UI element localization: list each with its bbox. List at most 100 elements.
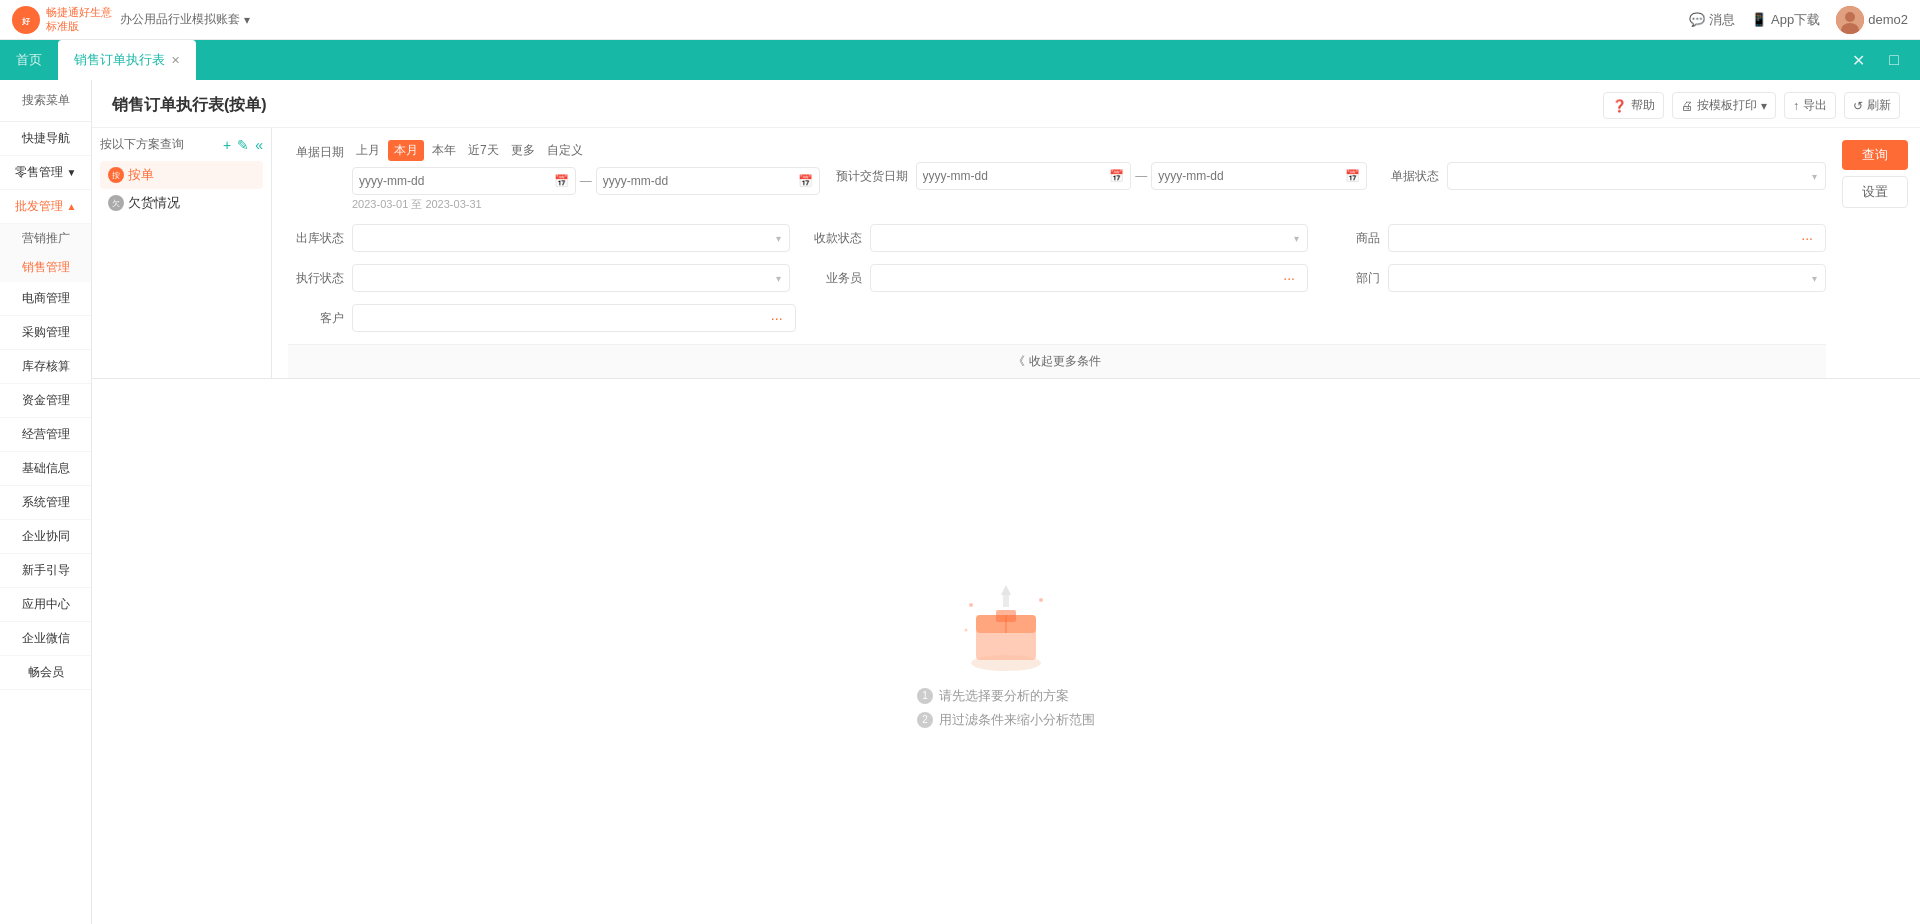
scheme-item-按单[interactable]: 按 按单 xyxy=(100,161,263,189)
goods-select[interactable]: ··· xyxy=(1388,224,1826,252)
empty-tips: 1 请先选择要分析的方案 2 用过滤条件来缩小分析范围 xyxy=(917,687,1095,729)
sidebar-item-sales-mgmt[interactable]: 销售管理 xyxy=(0,253,91,282)
sidebar-item-wholesale[interactable]: 批发管理 ▲ xyxy=(0,190,91,224)
expected-end-field[interactable] xyxy=(1158,169,1341,183)
help-icon: ❓ xyxy=(1612,99,1627,113)
date-end-input[interactable]: 📅 xyxy=(596,167,820,195)
date-tab-custom[interactable]: 自定义 xyxy=(543,140,587,161)
dept-select[interactable]: ▾ xyxy=(1388,264,1826,292)
date-start-input[interactable]: 📅 xyxy=(352,167,576,195)
date-range-hint: 2023-03-01 至 2023-03-31 xyxy=(352,197,820,212)
calendar-end-icon2: 📅 xyxy=(1345,169,1360,183)
date-end-field[interactable] xyxy=(603,174,794,188)
tab-close-icon[interactable]: ✕ xyxy=(171,54,180,67)
tab-close-window[interactable]: ✕ xyxy=(1844,46,1872,74)
date-tab-more[interactable]: 更多 xyxy=(507,140,539,161)
tab-maximize[interactable]: □ xyxy=(1880,46,1908,74)
breadcrumb-dropdown[interactable]: ▾ xyxy=(244,13,250,27)
expected-start-input[interactable]: 📅 xyxy=(916,162,1132,190)
export-button[interactable]: ↑ 导出 xyxy=(1784,92,1836,119)
scheme-panel: 按以下方案查询 + ✎ « 按 按单 xyxy=(92,128,272,378)
sidebar-item-finance[interactable]: 资金管理 xyxy=(0,384,91,418)
print-template-button[interactable]: 🖨 按模板打印 ▾ xyxy=(1672,92,1776,119)
setting-button[interactable]: 设置 xyxy=(1842,176,1908,208)
salesperson-ellipsis-icon[interactable]: ··· xyxy=(1279,270,1299,286)
date-tab-this-year[interactable]: 本年 xyxy=(428,140,460,161)
out-status-label: 出库状态 xyxy=(288,230,344,247)
sidebar-item-purchase[interactable]: 采购管理 xyxy=(0,316,91,350)
salesperson-select[interactable]: ··· xyxy=(870,264,1308,292)
empty-tip-2: 2 用过滤条件来缩小分析范围 xyxy=(917,711,1095,729)
sidebar-item-ecommerce[interactable]: 电商管理 xyxy=(0,282,91,316)
exec-status-select[interactable]: ▾ xyxy=(352,264,790,292)
user-profile[interactable]: demo2 xyxy=(1836,6,1908,34)
svg-point-3 xyxy=(1845,12,1855,22)
sidebar-item-app-center[interactable]: 应用中心 xyxy=(0,588,91,622)
dept-label: 部门 xyxy=(1324,270,1380,287)
date-start-field[interactable] xyxy=(359,174,550,188)
filter-dept: 部门 ▾ xyxy=(1324,264,1826,292)
sidebar-item-retail[interactable]: 零售管理 ▼ xyxy=(0,156,91,190)
date-tab-this-month[interactable]: 本月 xyxy=(388,140,424,161)
top-header: 好 畅捷通好生意 标准版 办公用品行业模拟账套 ▾ 💬 消息 📱 App下载 d… xyxy=(0,0,1920,40)
logo-area: 好 畅捷通好生意 标准版 xyxy=(12,6,112,34)
sidebar-item-newbie[interactable]: 新手引导 xyxy=(0,554,91,588)
receipt-status-select[interactable]: ▾ xyxy=(870,224,1308,252)
expected-start-field[interactable] xyxy=(923,169,1106,183)
filter-row-2: 出库状态 ▾ 收款状态 ▾ xyxy=(288,224,1826,252)
filter-expected-delivery: 预计交货日期 📅 — 📅 xyxy=(836,162,1368,190)
out-status-select[interactable]: ▾ xyxy=(352,224,790,252)
goods-ellipsis-icon[interactable]: ··· xyxy=(1797,230,1817,246)
app-download-button[interactable]: 📱 App下载 xyxy=(1751,11,1820,29)
date-tab-7days[interactable]: 近7天 xyxy=(464,140,503,161)
date-field-label: 单据日期 xyxy=(288,140,344,161)
sidebar-search: 搜索菜单 xyxy=(0,80,91,122)
expected-delivery-label: 预计交货日期 xyxy=(836,168,908,185)
scheme-header: 按以下方案查询 + ✎ « xyxy=(100,136,263,153)
scheme-actions: + ✎ « xyxy=(223,137,263,153)
sidebar-item-operations[interactable]: 经营管理 xyxy=(0,418,91,452)
svg-point-10 xyxy=(969,603,973,607)
exec-status-arrow-icon: ▾ xyxy=(776,273,781,284)
refresh-button[interactable]: ↺ 刷新 xyxy=(1844,92,1900,119)
message-button[interactable]: 💬 消息 xyxy=(1689,11,1735,29)
tab-sales-order[interactable]: 销售订单执行表 ✕ xyxy=(58,40,196,80)
collapse-filter-button[interactable]: 《 收起更多条件 xyxy=(288,344,1826,378)
scheme-add-button[interactable]: + xyxy=(223,137,231,153)
sidebar-item-marketing[interactable]: 营销推广 xyxy=(0,224,91,253)
sidebar-item-shortcut[interactable]: 快捷导航 xyxy=(0,122,91,156)
help-button[interactable]: ❓ 帮助 xyxy=(1603,92,1664,119)
sidebar-item-basic[interactable]: 基础信息 xyxy=(0,452,91,486)
filter-wrapper: 按以下方案查询 + ✎ « 按 按单 xyxy=(92,128,1920,379)
tab-home[interactable]: 首页 xyxy=(0,40,58,80)
print-arrow-icon: ▾ xyxy=(1761,99,1767,113)
filter-content: 按以下方案查询 + ✎ « 按 按单 xyxy=(92,128,1920,378)
tab-bar: 首页 销售订单执行表 ✕ ✕ □ xyxy=(0,40,1920,80)
search-button[interactable]: 查询 xyxy=(1842,140,1908,170)
sidebar-item-system[interactable]: 系统管理 xyxy=(0,486,91,520)
sidebar: 搜索菜单 快捷导航 零售管理 ▼ 批发管理 ▲ 营销推广 销售管理 电商管理 采… xyxy=(0,80,92,924)
scheme-collapse-button[interactable]: « xyxy=(255,137,263,153)
receipt-status-label: 收款状态 xyxy=(806,230,862,247)
expected-end-input[interactable]: 📅 xyxy=(1151,162,1367,190)
page-title: 销售订单执行表(按单) xyxy=(112,95,267,116)
scheme-icon-欠货情况: 欠 xyxy=(108,195,124,211)
scheme-item-欠货情况[interactable]: 欠 欠货情况 xyxy=(100,189,263,217)
customer-select[interactable]: ··· xyxy=(352,304,796,332)
customer-ellipsis-icon[interactable]: ··· xyxy=(767,310,787,326)
doc-status-select[interactable]: ▾ xyxy=(1447,162,1826,190)
search-menu-button[interactable]: 搜索菜单 xyxy=(8,88,83,113)
tip-num-1: 1 xyxy=(917,688,933,704)
exec-status-label: 执行状态 xyxy=(288,270,344,287)
date-tab-last-month[interactable]: 上月 xyxy=(352,140,384,161)
filter-form: 单据日期 上月 本月 本年 近7天 更多 自定义 xyxy=(272,128,1842,378)
date-separator: — xyxy=(580,174,592,188)
main-layout: 搜索菜单 快捷导航 零售管理 ▼ 批发管理 ▲ 营销推广 销售管理 电商管理 采… xyxy=(0,80,1920,924)
sidebar-item-corp-collab[interactable]: 企业协同 xyxy=(0,520,91,554)
scheme-edit-button[interactable]: ✎ xyxy=(237,137,249,153)
sidebar-item-member[interactable]: 畅会员 xyxy=(0,656,91,690)
sidebar-item-inventory[interactable]: 库存核算 xyxy=(0,350,91,384)
svg-rect-13 xyxy=(1003,595,1009,607)
sidebar-item-corp-wechat[interactable]: 企业微信 xyxy=(0,622,91,656)
doc-status-label: 单据状态 xyxy=(1383,168,1439,185)
